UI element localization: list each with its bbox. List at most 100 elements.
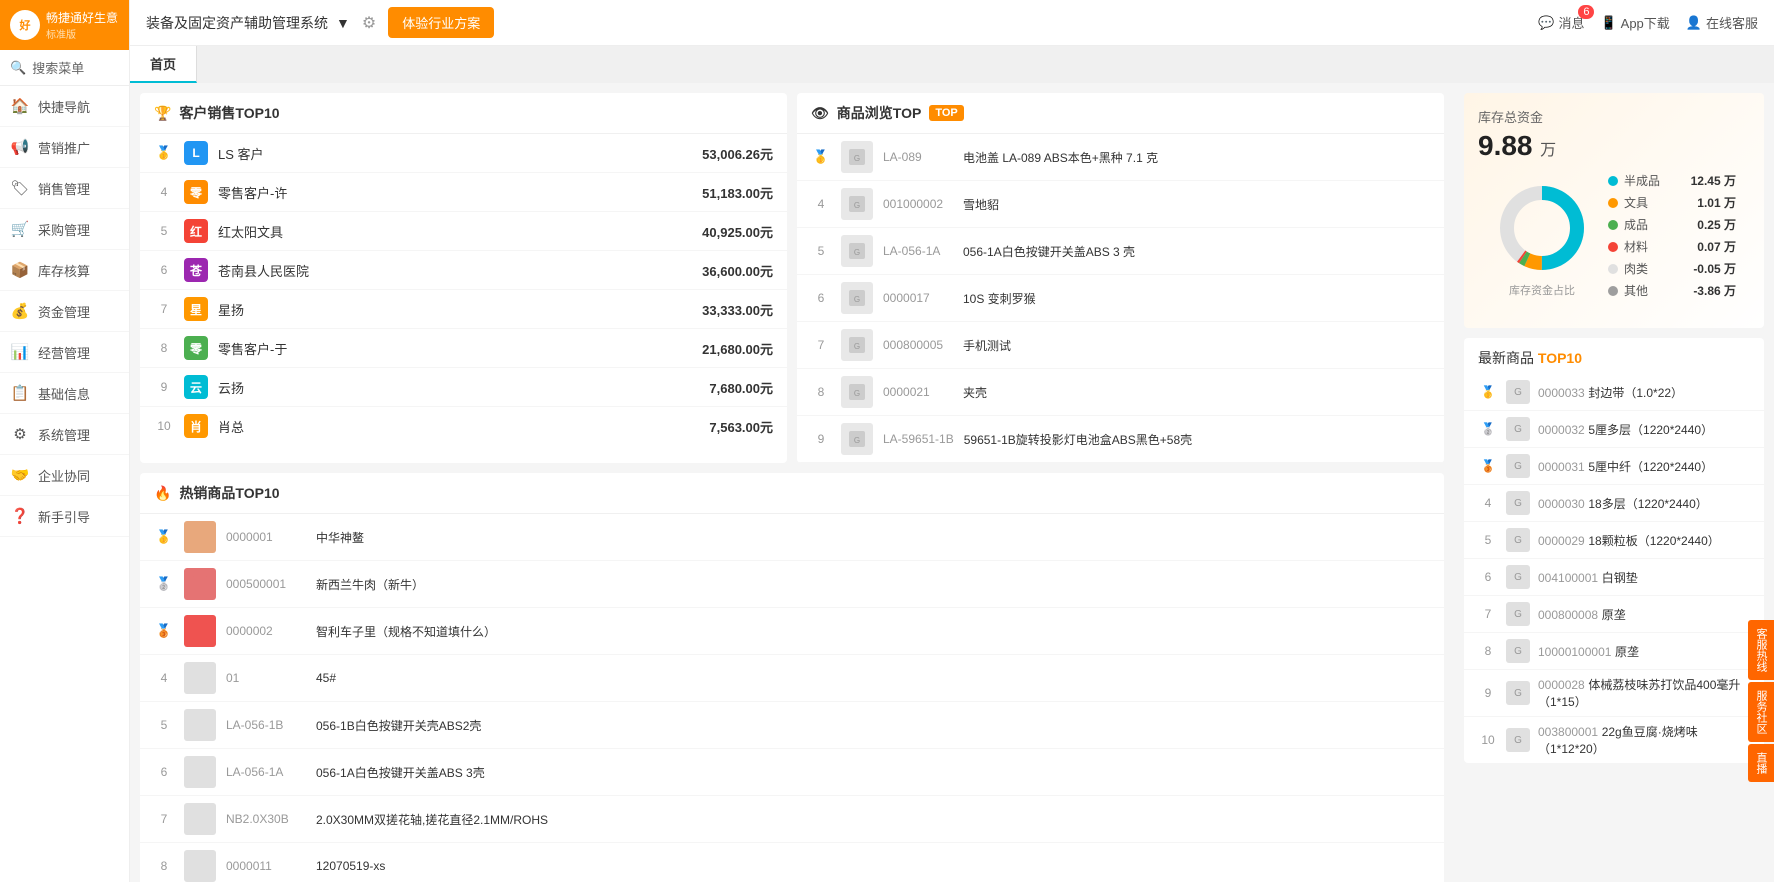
float-btn-服务社区[interactable]: 服务社区 [1748,682,1774,742]
legend-dot [1608,242,1618,252]
nav-label-enterprise: 企业协同 [38,466,90,485]
sidebar-item-newbie[interactable]: ❓新手引导 [0,496,129,537]
newest-item[interactable]: 7 G 000800008 原垄 [1464,596,1764,633]
sidebar-item-finance[interactable]: 💰资金管理 [0,291,129,332]
content-area: 🏆 客户销售TOP10 🥇 L LS 客户 53,006.26元4 零 零售客户… [130,83,1774,882]
nav-icon-quick-nav: 🏠 [10,96,30,116]
hot-product-row[interactable]: 6 LA-056-1A 056-1A白色按键开关盖ABS 3壳 [140,749,1444,796]
newest-item[interactable]: 🥇 G 0000033 封边带（1.0*22） [1464,374,1764,411]
rank-num: 8 [154,859,174,873]
customer-row[interactable]: 9 云 云扬 7,680.00元 [140,368,787,407]
middle-panel: 🏆 客户销售TOP10 🥇 L LS 客户 53,006.26元4 零 零售客户… [130,83,1454,882]
sidebar-item-inventory[interactable]: 📦库存核算 [0,250,129,291]
home-tab[interactable]: 首页 [130,46,197,83]
customer-row[interactable]: 6 苍 苍南县人民医院 36,600.00元 [140,251,787,290]
hot-product-row[interactable]: 🥈 000500001 新西兰牛肉（新牛） [140,561,1444,608]
rank-num: 4 [154,671,174,685]
customer-row[interactable]: 10 肖 肖总 7,563.00元 [140,407,787,445]
donut-chart [1492,178,1592,278]
sidebar-item-system[interactable]: ⚙系统管理 [0,414,129,455]
customer-row[interactable]: 4 零 零售客户-许 51,183.00元 [140,173,787,212]
product-view-row[interactable]: 8 G 0000021 夹壳 [797,369,1444,416]
rank-num: 7 [811,338,831,352]
sidebar-item-quick-nav[interactable]: 🏠快捷导航 [0,86,129,127]
hot-product-row[interactable]: 7 NB2.0X30B 2.0X30MM双搓花轴,搓花直径2.1MM/ROHS [140,796,1444,843]
product-thumb [184,803,216,835]
messages-btn[interactable]: 💬 消息 6 [1538,13,1584,32]
customer-list: 🥇 L LS 客户 53,006.26元4 零 零售客户-许 51,183.00… [140,134,787,445]
trial-btn[interactable]: 体验行业方案 [388,7,494,38]
sidebar-search[interactable]: 🔍 搜索菜单 [0,50,129,86]
customer-avatar: 肖 [184,414,208,438]
sidebar-item-base[interactable]: 📋基础信息 [0,373,129,414]
newest-item[interactable]: 10 G 003800001 22g鱼豆腐·烧烤味（1*12*20） [1464,717,1764,763]
customer-row[interactable]: 7 星 星扬 33,333.00元 [140,290,787,329]
product-view-row[interactable]: 🥇 G LA-089 电池盖 LA-089 ABS本色+黑种 7.1 克 [797,134,1444,181]
system-selector: 装备及固定资产辅助管理系统 ▼ [146,13,350,33]
newest-thumb: G [1506,417,1530,441]
online-service-label: 在线客服 [1706,13,1758,32]
rank-num: 9 [1478,686,1498,700]
hot-product-row[interactable]: 5 LA-056-1B 056-1B白色按键开关壳ABS2壳 [140,702,1444,749]
fire-icon: 🔥 [154,485,171,502]
newest-info: 0000030 18多层（1220*2440） [1538,495,1750,512]
product-name: 新西兰牛肉（新牛） [316,576,424,593]
product-placeholder-icon: G [849,431,865,447]
hot-product-row[interactable]: 🥉 0000002 智利车子里（规格不知道填什么） [140,608,1444,655]
product-view-row[interactable]: 4 G 001000002 雪地貂 [797,181,1444,228]
online-service-btn[interactable]: 👤 在线客服 [1686,13,1758,32]
newest-info: 0000031 5厘中纤（1220*2440） [1538,458,1750,475]
newest-item[interactable]: 8 G 10000100001 原垄 [1464,633,1764,670]
legend-name: 文具 [1624,194,1691,211]
hot-product-row[interactable]: 4 01 45# [140,655,1444,702]
rank-num: 9 [811,432,831,446]
newest-code: 0000033 [1538,386,1585,400]
newest-item[interactable]: 🥉 G 0000031 5厘中纤（1220*2440） [1464,448,1764,485]
app-download-btn[interactable]: 📱 App下载 [1600,13,1669,32]
rank-num: 8 [811,385,831,399]
product-view-row[interactable]: 5 G LA-056-1A 056-1A白色按键开关盖ABS 3 壳 [797,228,1444,275]
product-view-row[interactable]: 7 G 000800005 手机测试 [797,322,1444,369]
sidebar-item-purchase[interactable]: 🛒采购管理 [0,209,129,250]
sidebar-item-enterprise[interactable]: 🤝企业协同 [0,455,129,496]
sidebar-item-operation[interactable]: 📊经营管理 [0,332,129,373]
medal-icon: 🥈 [1478,422,1498,436]
rank-num: 5 [811,244,831,258]
float-btn-客服热线[interactable]: 客服热线 [1748,620,1774,680]
customer-row[interactable]: 8 零 零售客户-于 21,680.00元 [140,329,787,368]
newest-item[interactable]: 4 G 0000030 18多层（1220*2440） [1464,485,1764,522]
customer-row[interactable]: 🥇 L LS 客户 53,006.26元 [140,134,787,173]
sidebar-item-marketing[interactable]: 📢营销推广 [0,127,129,168]
newest-item[interactable]: 5 G 0000029 18颗粒板（1220*2440） [1464,522,1764,559]
sidebar-item-sales[interactable]: 🏷销售管理 [0,168,129,209]
floating-btns: 客服热线服务社区直播 [1748,620,1774,782]
stock-total-label: 库存总资金 [1478,107,1750,126]
rank-num: 6 [154,263,174,277]
newest-thumb: G [1506,528,1530,552]
newest-code: 0000032 [1538,423,1585,437]
product-view-row[interactable]: 6 G 0000017 10S 变刺罗猴 [797,275,1444,322]
newest-item[interactable]: 9 G 0000028 体械荔枝味苏打饮品400毫升（1*15） [1464,670,1764,717]
hot-product-row[interactable]: 8 0000011 12070519-xs [140,843,1444,882]
newest-name: 18多层（1220*2440） [1588,497,1707,511]
legend-item: 成品 0.25 万 [1608,216,1736,233]
product-code: 0000001 [226,530,306,544]
product-views-title: 商品浏览TOP [837,103,922,123]
rank-num: 5 [1478,533,1498,547]
product-name: 智利车子里（规格不知道填什么） [316,623,496,640]
product-thumb: G [841,188,873,220]
gear-icon[interactable]: ⚙ [362,13,376,33]
hot-product-row[interactable]: 🥇 0000001 中华神鳌 [140,514,1444,561]
float-btn-直播[interactable]: 直播 [1748,744,1774,782]
product-code: 0000011 [226,859,306,873]
customer-avatar: 红 [184,219,208,243]
stock-unit: 万 [1540,142,1556,159]
nav-icon-operation: 📊 [10,342,30,362]
newest-item[interactable]: 6 G 004100001 白钢垫 [1464,559,1764,596]
newest-item[interactable]: 🥈 G 0000032 5厘多层（1220*2440） [1464,411,1764,448]
dropdown-icon[interactable]: ▼ [336,15,350,31]
svg-text:G: G [854,154,860,163]
customer-row[interactable]: 5 红 红太阳文具 40,925.00元 [140,212,787,251]
legend-dot [1608,198,1618,208]
product-view-row[interactable]: 9 G LA-59651-1B 59651-1B旋转投影灯电池盒ABS黑色+58… [797,416,1444,463]
